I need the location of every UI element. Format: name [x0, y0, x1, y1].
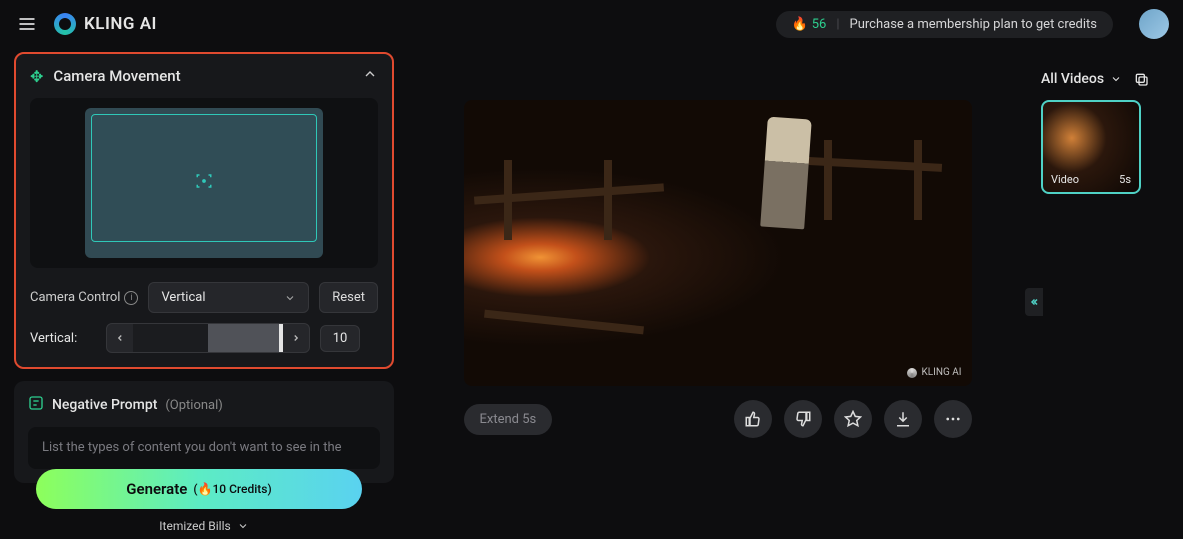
favorite-button[interactable] — [834, 400, 872, 438]
video-preview[interactable]: KLING AI — [464, 100, 972, 386]
extend-button[interactable]: Extend 5s — [464, 404, 553, 435]
vertical-slider[interactable] — [106, 323, 310, 353]
vertical-label: Vertical: — [30, 331, 96, 346]
chevron-left-double-icon — [1028, 296, 1040, 308]
vertical-value[interactable]: 10 — [320, 325, 360, 352]
chevron-down-icon — [1110, 73, 1122, 85]
camera-move-icon: ✥ — [30, 67, 43, 86]
download-icon — [894, 410, 912, 428]
negative-prompt-title: Negative Prompt — [52, 397, 157, 413]
thumb-duration: 5s — [1119, 173, 1131, 186]
focus-icon — [195, 172, 213, 194]
negative-prompt-panel: Negative Prompt (Optional) List the type… — [14, 381, 394, 483]
credits-count: 🔥 56 — [792, 17, 827, 32]
right-panel: All Videos Video 5s — [1041, 52, 1169, 539]
brand-name: KLING AI — [84, 14, 157, 34]
credits-cta: Purchase a membership plan to get credit… — [850, 17, 1097, 32]
slider-increase[interactable] — [283, 324, 309, 352]
all-videos-header[interactable]: All Videos — [1041, 70, 1169, 88]
camera-control-select[interactable]: Vertical — [148, 282, 309, 313]
chevron-down-icon — [284, 292, 296, 304]
more-button[interactable] — [934, 400, 972, 438]
menu-icon — [17, 14, 37, 34]
camera-control-label: Camera Control i — [30, 290, 138, 305]
left-panel: ✥ Camera Movement Camera — [14, 52, 394, 539]
logo-icon — [907, 368, 917, 378]
chevron-left-icon — [115, 333, 125, 343]
thumbs-up-icon — [744, 410, 762, 428]
open-external-icon[interactable] — [1132, 70, 1150, 88]
download-button[interactable] — [884, 400, 922, 438]
negative-prompt-optional: (Optional) — [165, 398, 222, 413]
more-icon — [944, 410, 962, 428]
slider-decrease[interactable] — [107, 324, 133, 352]
info-icon[interactable]: i — [124, 291, 138, 305]
menu-button[interactable] — [14, 11, 40, 37]
collapse-button[interactable] — [362, 66, 378, 86]
thumbs-up-button[interactable] — [734, 400, 772, 438]
chevron-down-icon — [237, 520, 249, 532]
video-actions: Extend 5s — [464, 400, 972, 438]
generate-button[interactable]: Generate (🔥10 Credits) — [36, 469, 362, 509]
viewer-panel: KLING AI Extend 5s — [408, 52, 1027, 539]
chevron-right-icon — [291, 333, 301, 343]
reset-button[interactable]: Reset — [319, 282, 378, 313]
brand-logo[interactable]: KLING AI — [54, 13, 157, 35]
camera-movement-panel: ✥ Camera Movement Camera — [14, 52, 394, 369]
collapse-right-button[interactable] — [1025, 288, 1043, 316]
negative-prompt-icon — [28, 395, 44, 415]
fire-icon: 🔥 — [198, 482, 213, 496]
logo-icon — [54, 13, 76, 35]
fire-icon: 🔥 — [792, 17, 808, 32]
thumbs-down-button[interactable] — [784, 400, 822, 438]
star-icon — [844, 410, 862, 428]
itemized-bills[interactable]: Itemized Bills — [14, 519, 394, 533]
credits-pill[interactable]: 🔥 56 | Purchase a membership plan to get… — [776, 11, 1113, 38]
video-thumbnail[interactable]: Video 5s — [1041, 100, 1141, 194]
negative-prompt-input[interactable]: List the types of content you don't want… — [28, 427, 380, 469]
camera-panel-title: Camera Movement — [53, 67, 352, 85]
camera-preview — [30, 98, 378, 268]
thumb-type: Video — [1051, 173, 1079, 186]
app-header: KLING AI 🔥 56 | Purchase a membership pl… — [0, 0, 1183, 48]
thumbs-down-icon — [794, 410, 812, 428]
chevron-up-icon — [362, 66, 378, 82]
video-watermark: KLING AI — [907, 367, 961, 378]
avatar[interactable] — [1139, 9, 1169, 39]
